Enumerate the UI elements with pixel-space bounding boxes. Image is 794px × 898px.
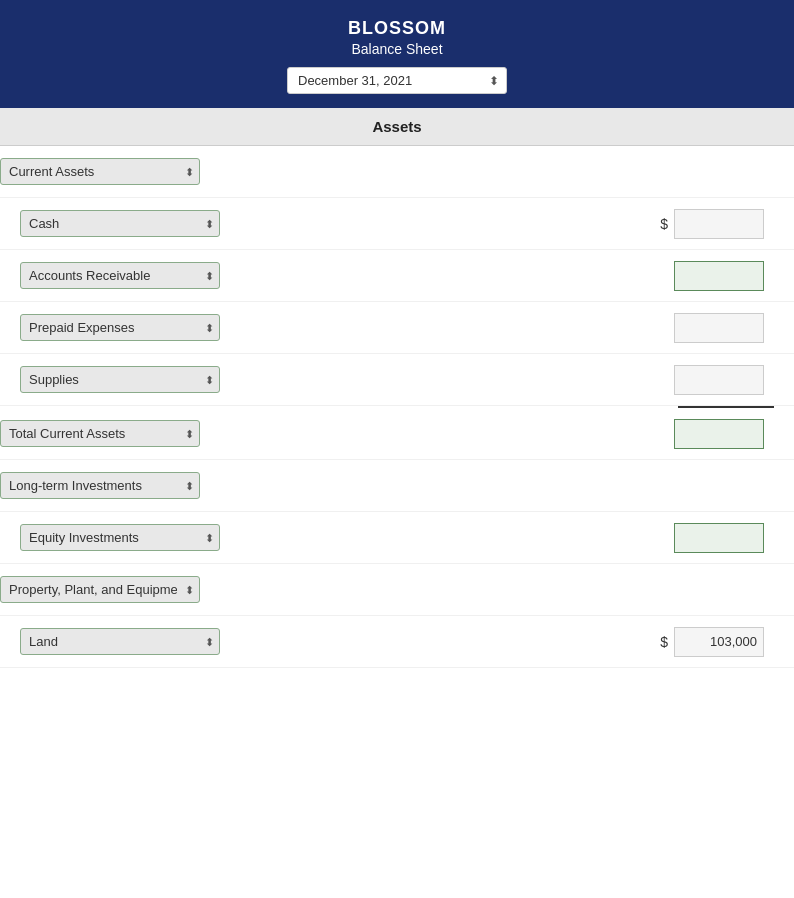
equity-investments-select[interactable]: Equity Investments <box>20 524 220 551</box>
total-underline <box>678 406 774 408</box>
prepaid-expenses-input[interactable] <box>674 313 764 343</box>
cash-select[interactable]: Cash <box>20 210 220 237</box>
prepaid-expenses-select[interactable]: Prepaid Expenses <box>20 314 220 341</box>
accounts-receivable-select-wrapper[interactable]: Accounts Receivable <box>20 262 220 289</box>
total-current-assets-select-wrapper[interactable]: Total Current Assets <box>0 420 200 447</box>
supplies-label-container: Supplies <box>0 366 210 393</box>
prepaid-expenses-select-wrapper[interactable]: Prepaid Expenses <box>20 314 220 341</box>
supplies-input[interactable] <box>674 365 764 395</box>
property-plant-equipment-row: Property, Plant, and Equipment <box>0 564 794 616</box>
equity-investments-row: Equity Investments <box>0 512 794 564</box>
cash-dollar-sign: $ <box>660 216 668 232</box>
total-current-assets-select[interactable]: Total Current Assets <box>0 420 200 447</box>
long-term-investments-select[interactable]: Long-term Investments <box>0 472 200 499</box>
supplies-select-wrapper[interactable]: Supplies <box>20 366 220 393</box>
current-assets-select-wrapper[interactable]: Current Assets <box>0 158 200 185</box>
total-current-assets-row: Total Current Assets <box>0 408 794 460</box>
current-assets-row: Current Assets <box>0 146 794 198</box>
supplies-row: Supplies <box>0 354 794 406</box>
cash-row: Cash $ <box>0 198 794 250</box>
date-selector[interactable]: December 31, 2021 December 31, 2020 <box>287 67 507 94</box>
equity-investments-input[interactable] <box>674 523 764 553</box>
total-current-assets-input[interactable] <box>674 419 764 449</box>
land-dollar-sign: $ <box>660 634 668 650</box>
land-row: Land $ <box>0 616 794 668</box>
date-select-container[interactable]: December 31, 2021 December 31, 2020 <box>287 67 507 94</box>
cash-label-container: Cash <box>0 210 210 237</box>
cash-input[interactable] <box>674 209 764 239</box>
total-current-assets-label-container: Total Current Assets <box>0 420 210 447</box>
equity-investments-label-container: Equity Investments <box>0 524 210 551</box>
property-plant-equipment-select-wrapper[interactable]: Property, Plant, and Equipment <box>0 576 200 603</box>
page-header: BLOSSOM Balance Sheet December 31, 2021 … <box>0 0 794 108</box>
accounts-receivable-label-container: Accounts Receivable <box>0 262 210 289</box>
supplies-select[interactable]: Supplies <box>20 366 220 393</box>
accounts-receivable-row: Accounts Receivable <box>0 250 794 302</box>
accounts-receivable-select[interactable]: Accounts Receivable <box>20 262 220 289</box>
current-assets-select[interactable]: Current Assets <box>0 158 200 185</box>
assets-section-header: Assets <box>0 108 794 146</box>
equity-investments-select-wrapper[interactable]: Equity Investments <box>20 524 220 551</box>
current-assets-label-container: Current Assets <box>0 158 210 185</box>
long-term-investments-label-container: Long-term Investments <box>0 472 210 499</box>
balance-sheet-content: Current Assets Cash $ Accounts Receiva <box>0 146 794 668</box>
long-term-investments-row: Long-term Investments <box>0 460 794 512</box>
report-title: Balance Sheet <box>10 41 784 57</box>
land-label-container: Land <box>0 628 210 655</box>
land-select-wrapper[interactable]: Land <box>20 628 220 655</box>
accounts-receivable-input[interactable] <box>674 261 764 291</box>
property-plant-equipment-select[interactable]: Property, Plant, and Equipment <box>0 576 200 603</box>
land-input[interactable] <box>674 627 764 657</box>
property-plant-equipment-label-container: Property, Plant, and Equipment <box>0 576 210 603</box>
cash-select-wrapper[interactable]: Cash <box>20 210 220 237</box>
prepaid-expenses-label-container: Prepaid Expenses <box>0 314 210 341</box>
company-name: BLOSSOM <box>10 18 784 39</box>
long-term-investments-select-wrapper[interactable]: Long-term Investments <box>0 472 200 499</box>
prepaid-expenses-row: Prepaid Expenses <box>0 302 794 354</box>
land-select[interactable]: Land <box>20 628 220 655</box>
